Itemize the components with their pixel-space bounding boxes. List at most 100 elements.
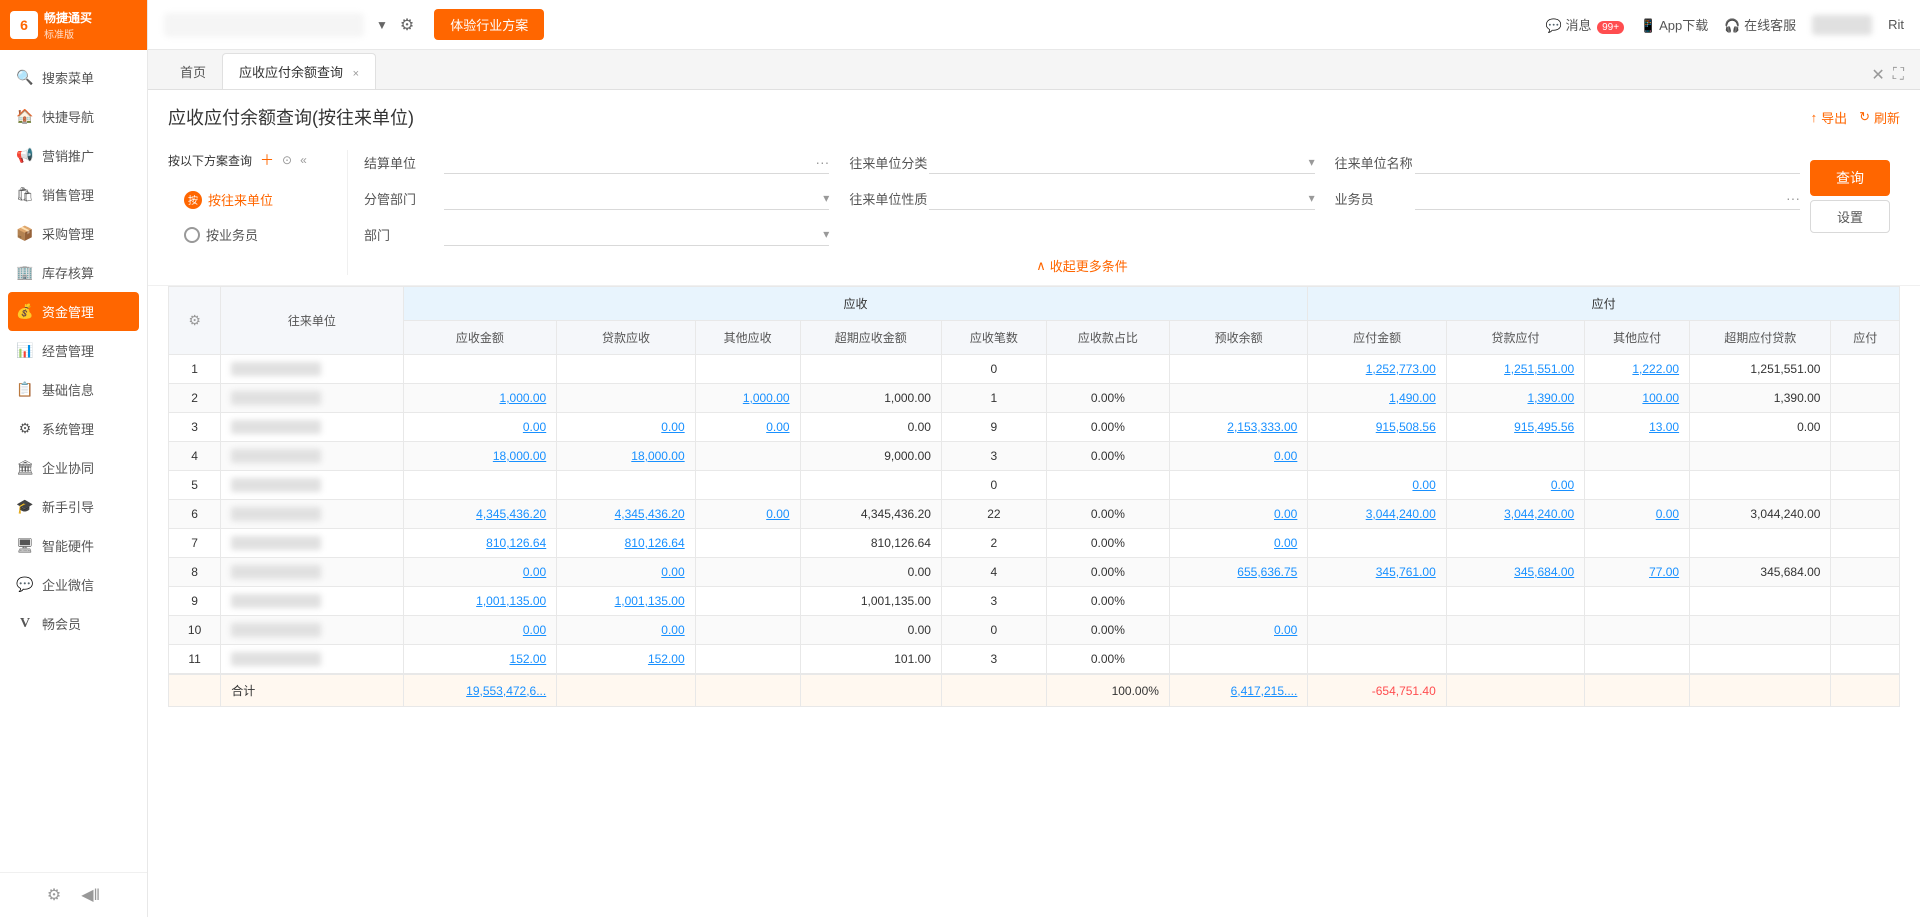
row-rec-overdue <box>800 471 941 500</box>
row-no: 10 <box>169 616 221 645</box>
user-avatar[interactable] <box>1812 15 1872 35</box>
filter-grid: 结算单位 ··· 往来单位分类 ▾ <box>364 150 1800 246</box>
row-rec-amount: 18,000.00 <box>403 442 557 471</box>
row-pay-loan <box>1446 529 1584 558</box>
settlement-input[interactable] <box>444 150 811 173</box>
row-rec-ratio <box>1046 355 1169 384</box>
row-pay-other <box>1585 616 1690 645</box>
row-pay-extra <box>1831 558 1900 587</box>
messages-section[interactable]: 💬 消息 99+ <box>1546 15 1624 34</box>
table-row: 11 152.00 152.00 101.00 3 0.00% <box>169 645 1900 675</box>
table-row: 7 810,126.64 810,126.64 810,126.64 2 0.0… <box>169 529 1900 558</box>
collapse-icon: ∧ <box>1036 258 1046 274</box>
tabs-bar: 首页 应收应付余额查询 × ✕ ⛶ <box>148 50 1920 90</box>
finance-icon: 💰 <box>16 303 34 320</box>
partner-nature-input[interactable] <box>929 186 1304 209</box>
partner-name-input[interactable] <box>1415 150 1800 173</box>
sidebar-item-hardware[interactable]: 🖥 智能硬件 <box>0 526 147 565</box>
salesperson-dots[interactable]: ··· <box>1786 190 1800 206</box>
row-rec-count: 9 <box>941 413 1046 442</box>
tab-home[interactable]: 首页 <box>164 54 222 89</box>
download-section[interactable]: 📱 App下载 <box>1640 15 1708 34</box>
sidebar-item-sales[interactable]: 🛍 销售管理 <box>0 175 147 214</box>
sidebar-item-search[interactable]: 🔍 搜索菜单 <box>0 58 147 97</box>
row-rec-count: 3 <box>941 587 1046 616</box>
row-pay-other: 100.00 <box>1585 384 1690 413</box>
user-name: Rit <box>1888 17 1904 32</box>
dept-chevron[interactable]: ▾ <box>823 191 829 205</box>
service-section[interactable]: 🎧 在线客服 <box>1724 15 1796 34</box>
partner-name-label: 往来单位名称 <box>1335 153 1415 172</box>
filter-collapse-btn[interactable]: ∧ 收起更多条件 <box>364 256 1800 275</box>
row-rec-amount: 4,345,436.20 <box>403 500 557 529</box>
row-rec-ratio: 0.00% <box>1046 442 1169 471</box>
row-rec-count: 0 <box>941 355 1046 384</box>
row-rec-count: 0 <box>941 616 1046 645</box>
filter-option-salesperson[interactable]: 按业务员 <box>168 217 335 252</box>
table-settings-icon[interactable]: ⚙ <box>188 312 201 328</box>
tab-close-icon[interactable]: × <box>353 68 359 80</box>
set-button[interactable]: 设置 <box>1810 200 1890 233</box>
row-pay-amount: 3,044,240.00 <box>1308 500 1446 529</box>
row-rec-loan: 0.00 <box>557 413 695 442</box>
row-rec-ratio: 0.00% <box>1046 529 1169 558</box>
row-rec-other: 0.00 <box>695 500 800 529</box>
row-pay-amount: 1,252,773.00 <box>1308 355 1446 384</box>
sidebar-item-purchase[interactable]: 📦 采购管理 <box>0 214 147 253</box>
collapse-footer-icon[interactable]: ◀‖ <box>81 885 100 905</box>
sidebar-item-quicknav[interactable]: 🏠 快捷导航 <box>0 97 147 136</box>
partner-nature-chevron[interactable]: ▾ <box>1309 191 1315 205</box>
partner-category-chevron[interactable]: ▾ <box>1309 155 1315 169</box>
table-row: 2 1,000.00 1,000.00 1,000.00 1 0.00% 1,4… <box>169 384 1900 413</box>
settings-header-icon[interactable]: ⚙ <box>400 15 414 35</box>
department-chevron[interactable]: ▾ <box>823 227 829 241</box>
row-no: 8 <box>169 558 221 587</box>
partner-category-input[interactable] <box>929 150 1304 173</box>
tab-close-window-icon[interactable]: ✕ <box>1871 65 1884 85</box>
col-settings-header[interactable]: ⚙ <box>169 287 221 355</box>
sidebar-item-finance[interactable]: 💰 资金管理 <box>8 292 139 331</box>
sidebar-item-basic[interactable]: 📋 基础信息 <box>0 370 147 409</box>
header-dropdown-icon[interactable]: ▼ <box>376 18 388 32</box>
table-row: 6 4,345,436.20 4,345,436.20 0.00 4,345,4… <box>169 500 1900 529</box>
sidebar-item-marketing[interactable]: 📢 营销推广 <box>0 136 147 175</box>
refresh-button[interactable]: ↻ 刷新 <box>1859 108 1900 127</box>
row-rec-loan: 0.00 <box>557 616 695 645</box>
export-button[interactable]: ↑ 导出 <box>1811 108 1848 127</box>
settings-scheme-icon[interactable]: ⊙ <box>282 153 292 167</box>
settings-footer-icon[interactable]: ⚙ <box>47 885 61 905</box>
system-icon: ⚙ <box>16 420 34 437</box>
tab-maximize-icon[interactable]: ⛶ <box>1893 66 1904 84</box>
row-pay-amount <box>1308 645 1446 675</box>
row-pay-other: 77.00 <box>1585 558 1690 587</box>
row-partner <box>221 529 403 558</box>
footer-pre-balance[interactable]: 6,417,215.... <box>1169 674 1307 707</box>
filter-option-partner[interactable]: 按 按往来单位 <box>168 182 335 217</box>
dept-input[interactable] <box>444 186 819 209</box>
salesperson-input[interactable] <box>1415 186 1782 209</box>
settlement-dots[interactable]: ··· <box>815 154 829 170</box>
sidebar-item-enterprise[interactable]: 🏛 企业协同 <box>0 448 147 487</box>
promo-button[interactable]: 体验行业方案 <box>434 9 544 40</box>
department-input[interactable] <box>444 222 819 245</box>
sidebar-item-inventory[interactable]: 🏢 库存核算 <box>0 253 147 292</box>
partner-nature-label: 往来单位性质 <box>849 189 929 208</box>
department-label: 部门 <box>364 225 444 244</box>
footer-rec-amount[interactable]: 19,553,472,6... <box>403 674 557 707</box>
sidebar-item-guide[interactable]: 🎓 新手引导 <box>0 487 147 526</box>
sidebar-item-member[interactable]: V 畅会员 <box>0 604 147 643</box>
sidebar-item-system[interactable]: ⚙ 系统管理 <box>0 409 147 448</box>
tab-receivable-query[interactable]: 应收应付余额查询 × <box>222 53 376 89</box>
row-partner <box>221 587 403 616</box>
footer-rec-count <box>941 674 1046 707</box>
add-scheme-icon[interactable]: ＋ <box>260 150 274 170</box>
row-rec-count: 4 <box>941 558 1046 587</box>
dept-label: 分管部门 <box>364 189 444 208</box>
query-button[interactable]: 查询 <box>1810 160 1890 196</box>
row-rec-other <box>695 529 800 558</box>
col-pay-loan: 贷款应付 <box>1446 321 1584 355</box>
sidebar-item-operation[interactable]: 📊 经营管理 <box>0 331 147 370</box>
row-rec-ratio: 0.00% <box>1046 587 1169 616</box>
sidebar-item-wechat[interactable]: 💬 企业微信 <box>0 565 147 604</box>
collapse-scheme-icon[interactable]: « <box>300 153 307 167</box>
